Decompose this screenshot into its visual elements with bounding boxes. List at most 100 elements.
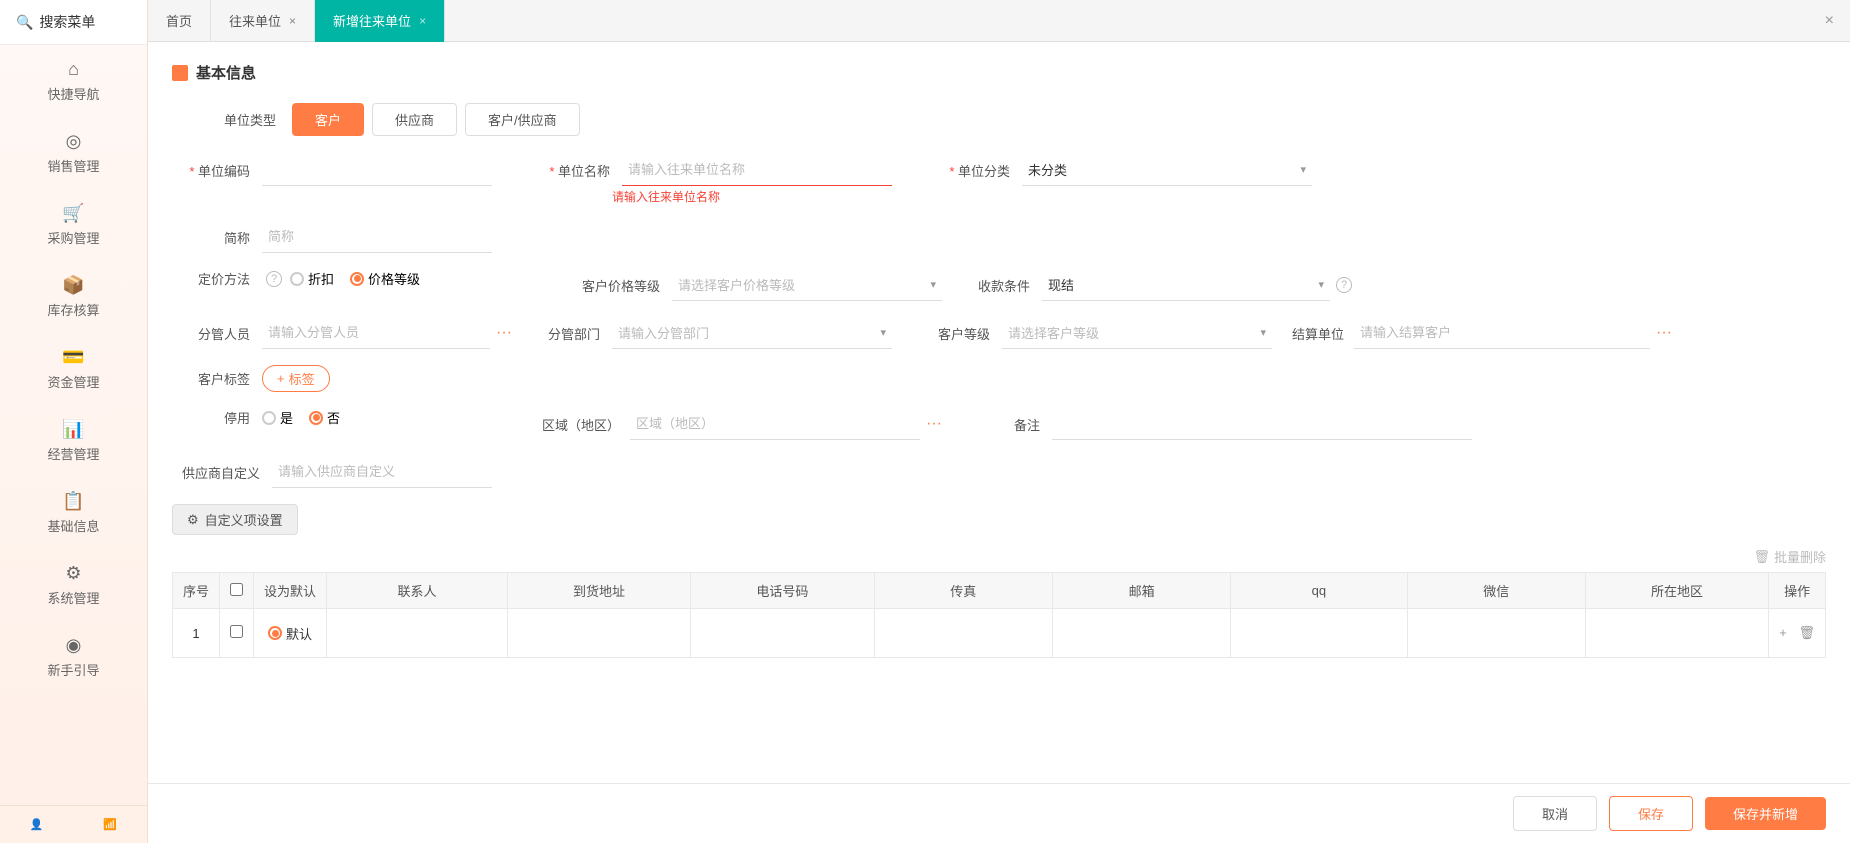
region-dots-btn[interactable]: ··· [926,415,942,433]
td-fax-input[interactable] [885,617,1042,649]
td-contact[interactable] [327,609,508,658]
main-area: 首页 往来单位 × 新增往来单位 × × 基本信息 单位类型 客户 供应商 客户… [148,0,1850,843]
custom-settings-btn[interactable]: ⚙ 自定义项设置 [172,504,298,535]
guide-icon: ◉ [66,635,82,656]
section-title: 基本信息 [196,62,256,83]
region-input[interactable] [630,408,920,440]
td-wechat[interactable] [1407,609,1585,658]
disable-label: 停用 [172,408,262,427]
payment-terms-select[interactable]: 现结 ▾ [1042,269,1330,301]
th-seq: 序号 [173,573,220,609]
save-button[interactable]: 保存 [1609,796,1693,831]
tab-contacts-close[interactable]: × [289,14,296,28]
customer-level-select-wrap[interactable]: 请选择客户等级 ▾ [1002,317,1272,349]
sidebar-item-system[interactable]: ⚙ 系统管理 [0,549,147,621]
settlement-dots-btn[interactable]: ··· [1656,324,1672,342]
sidebar-search[interactable]: 🔍 搜索菜单 [0,0,147,45]
department-arrow: ▾ [880,326,886,339]
td-qq-input[interactable] [1241,617,1396,649]
department-select[interactable]: 请输入分管部门 ▾ [612,317,892,349]
add-tag-btn[interactable]: + 标签 [262,365,330,392]
del-row-btn[interactable]: 🗑 [1798,625,1815,640]
sidebar-item-quick-nav[interactable]: ⌂ 快捷导航 [0,45,147,117]
sidebar-item-operation[interactable]: 📊 经营管理 [0,405,147,477]
pricing-level-radio[interactable]: 价格等级 [350,269,420,288]
td-checkbox[interactable] [220,609,254,658]
tab-home[interactable]: 首页 [148,0,211,42]
btn-customer[interactable]: 客户 [292,103,364,136]
td-email[interactable] [1052,609,1230,658]
unit-category-select-wrap[interactable]: 未分类 ▾ [1022,154,1312,186]
btn-both[interactable]: 客户/供应商 [465,103,580,136]
td-contact-input[interactable] [337,617,497,649]
sidebar-item-guide[interactable]: ◉ 新手引导 [0,621,147,693]
td-fax[interactable] [874,609,1052,658]
sidebar-item-finance[interactable]: 💳 资金管理 [0,333,147,405]
default-radio-circle [268,626,282,640]
row-unit-code-name-category: 单位编码 000009 单位名称 请输入往来单位名称 单位分类 [172,154,1826,205]
disable-yes-radio[interactable]: 是 [262,408,293,427]
row-checkbox[interactable] [230,625,243,638]
basic-icon: 📋 [62,491,84,512]
add-row-btn[interactable]: + [1779,625,1787,640]
remark-input[interactable] [1052,408,1472,440]
tab-new-contact[interactable]: 新增往来单位 × [315,0,445,42]
sidebar-item-sales[interactable]: ◎ 销售管理 [0,117,147,189]
sidebar-user-btn[interactable]: 👤 [0,806,74,843]
field-payment-terms: 收款条件 现结 ▾ ? [972,269,1352,301]
short-name-input[interactable] [262,221,492,253]
window-close-btn[interactable]: × [1809,12,1850,30]
tab-contacts[interactable]: 往来单位 × [211,0,315,42]
department-select-wrap[interactable]: 请输入分管部门 ▾ [612,317,892,349]
manager-dots-btn[interactable]: ··· [496,324,512,342]
unit-name-input[interactable] [622,154,892,186]
td-email-input[interactable] [1063,617,1220,649]
purchase-icon: 🛒 [62,203,84,224]
disable-yes-label: 是 [280,408,293,427]
sidebar-stats-btn[interactable]: 📶 [74,806,148,843]
manager-input[interactable] [262,317,490,349]
batch-delete-btn[interactable]: 🗑 批量删除 [1753,547,1826,566]
td-wechat-input[interactable] [1418,617,1575,649]
customer-price-level-select[interactable]: 请选择客户价格等级 ▾ [672,269,942,301]
region-input-wrap [630,408,920,440]
unit-category-select[interactable]: 未分类 ▾ [1022,154,1312,186]
region-label: 区域（地区） [542,415,630,434]
pricing-help-icon[interactable]: ? [266,271,282,287]
save-new-button[interactable]: 保存并新增 [1705,797,1826,830]
td-qq[interactable] [1231,609,1407,658]
supplier-custom-input[interactable] [272,456,492,488]
tab-contacts-label: 往来单位 [229,11,281,30]
table-header-row: 序号 设为默认 联系人 到货地址 电话号码 传真 邮箱 qq 微信 所在地区 操… [173,573,1826,609]
th-checkbox[interactable] [220,573,254,609]
default-radio[interactable]: 默认 [264,624,316,643]
pricing-discount-radio[interactable]: 折扣 [290,269,334,288]
td-address[interactable] [507,609,690,658]
inventory-icon: 📦 [62,275,84,296]
payment-help-icon[interactable]: ? [1336,277,1352,293]
payment-terms-select-wrap[interactable]: 现结 ▾ [1042,269,1330,301]
sidebar-item-basic[interactable]: 📋 基础信息 [0,477,147,549]
td-region[interactable] [1585,609,1768,658]
unit-code-input[interactable]: 000009 [262,154,492,186]
td-address-input[interactable] [518,617,680,649]
sidebar-label-operation: 经营管理 [47,444,99,463]
btn-supplier[interactable]: 供应商 [372,103,457,136]
unit-type-btn-group: 客户 供应商 客户/供应商 [292,103,580,136]
disable-no-radio[interactable]: 否 [309,408,340,427]
td-phone[interactable] [691,609,874,658]
customer-level-label: 客户等级 [912,324,1002,343]
sidebar-item-inventory[interactable]: 📦 库存核算 [0,261,147,333]
settlement-unit-input[interactable] [1354,317,1650,349]
td-region-input[interactable] [1596,617,1758,649]
plus-icon: + [277,371,285,386]
field-unit-name: 单位名称 请输入往来单位名称 [532,154,892,205]
select-all-checkbox[interactable] [230,583,243,596]
customer-level-select[interactable]: 请选择客户等级 ▾ [1002,317,1272,349]
sidebar-item-purchase[interactable]: 🛒 采购管理 [0,189,147,261]
pricing-method-label: 定价方法 [172,269,262,288]
cancel-button[interactable]: 取消 [1513,796,1597,831]
td-phone-input[interactable] [701,617,863,649]
tab-new-contact-close[interactable]: × [419,14,426,28]
customer-price-level-select-wrap[interactable]: 请选择客户价格等级 ▾ [672,269,942,301]
